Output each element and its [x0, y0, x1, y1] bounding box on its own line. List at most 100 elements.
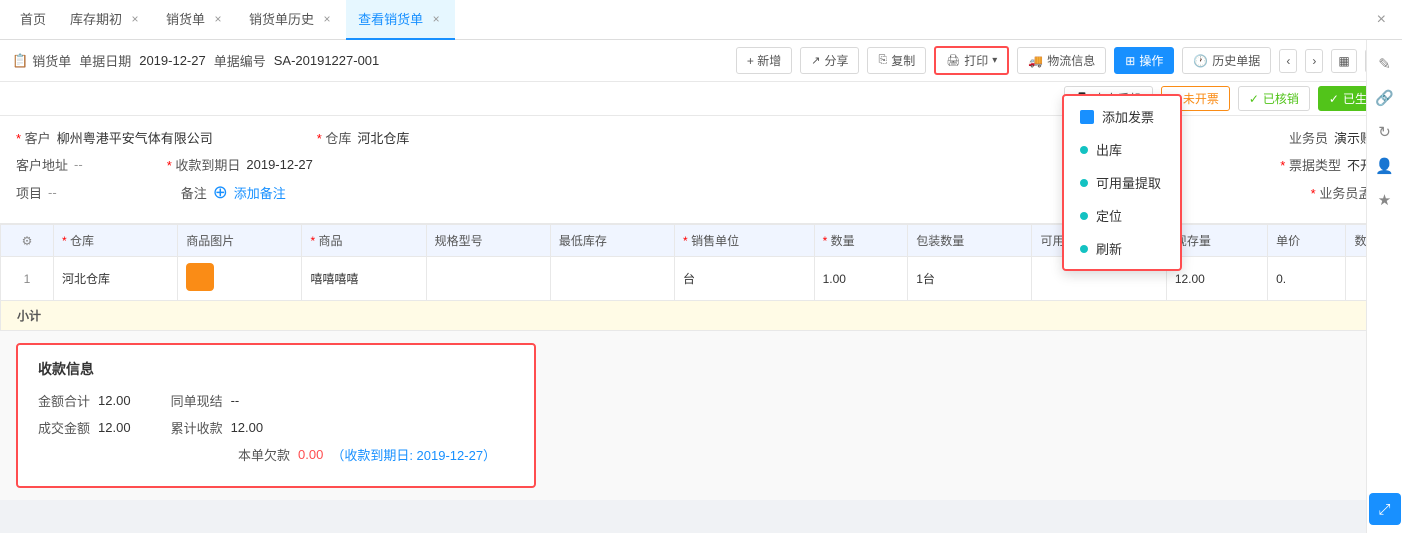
tab-home[interactable]: 首页	[8, 0, 58, 40]
add-invoice-item[interactable]: 添加发票	[1064, 100, 1180, 133]
refresh-icon[interactable]: ↻	[1369, 116, 1401, 148]
table-row: 1 河北仓库 嘻嘻嘻嘻 台 1.00 1台 12.00 0.	[1, 257, 1402, 301]
new-button[interactable]: + 新增	[736, 47, 792, 74]
secondary-toolbar: 📱 来自手机 ● 未开票 ✓ 已核销 ✓ 已生效	[0, 82, 1402, 116]
history-button[interactable]: 🕐 历史单据	[1182, 47, 1271, 74]
history-icon: 🕐	[1193, 54, 1208, 68]
debt-value: 0.00	[298, 447, 323, 462]
table-header-row: ⚙ 仓库 商品图片 商品 规格型号 最低库存 销售单位 数量 包装数量 可用量 …	[1, 225, 1402, 257]
user-icon[interactable]: 👤	[1369, 150, 1401, 182]
link-icon[interactable]: 🔗	[1369, 82, 1401, 114]
col-min-stock: 最低库存	[550, 225, 674, 257]
tab-close-all-icon[interactable]: ×	[1369, 11, 1394, 29]
debt-field: 本单欠款 0.00 （收款到期日: 2019-12-27）	[238, 445, 496, 464]
col-spec: 规格型号	[426, 225, 550, 257]
products-table-wrapper: ⚙ 仓库 商品图片 商品 规格型号 最低库存 销售单位 数量 包装数量 可用量 …	[0, 224, 1402, 331]
row-warehouse: 河北仓库	[54, 257, 178, 301]
warehouse-value: 河北仓库	[357, 128, 409, 147]
doc-type-badge: 📋 销货单	[12, 51, 71, 70]
number-value: SA-20191227-001	[274, 53, 380, 68]
tab-close-history[interactable]: ×	[320, 12, 334, 26]
customer-label: 客户	[16, 128, 51, 147]
share-button[interactable]: ↗ 分享	[800, 47, 859, 74]
collected-label: 累计收款	[171, 418, 223, 437]
deal-amount-label: 成交金额	[38, 418, 90, 437]
payment-date-label: 收款到期日	[167, 155, 241, 174]
logistics-button[interactable]: 🚚 物流信息	[1017, 47, 1106, 74]
tab-close-sales[interactable]: ×	[211, 12, 225, 26]
next-button[interactable]: ›	[1305, 49, 1323, 73]
row-unit-price: 0.	[1268, 257, 1346, 301]
operation-dropdown: 添加发票 出库 可用量提取 定位 刷新	[1062, 94, 1182, 271]
add-remark-icon[interactable]: ⊕	[213, 182, 228, 203]
row-min-stock	[550, 257, 674, 301]
customer-value: 柳州粤港平安气体有限公司	[57, 128, 213, 147]
doc-icon: 📋	[12, 53, 28, 69]
col-quantity: 数量	[814, 225, 908, 257]
total-amount-field: 金额合计 12.00	[38, 391, 131, 410]
project-field: 项目 --	[16, 183, 57, 202]
receipt-title: 收款信息	[38, 359, 514, 379]
dropdown-arrow-icon: ▾	[992, 55, 997, 66]
tab-sales-order[interactable]: 销货单 ×	[154, 0, 237, 40]
tab-sales-history[interactable]: 销货单历史 ×	[237, 0, 346, 40]
debt-label: 本单欠款	[238, 445, 290, 464]
outbound-item[interactable]: 出库	[1064, 133, 1180, 166]
address-label: 客户地址	[16, 155, 68, 174]
staff-label: 业务员	[1289, 128, 1328, 147]
spacer-field	[38, 445, 198, 464]
print-button[interactable]: 🖨 打印 ▾	[934, 46, 1009, 75]
receipt-row-2: 成交金额 12.00 累计收款 12.00	[38, 418, 514, 437]
confirm-btn[interactable]: ✓ 已核销	[1238, 86, 1310, 111]
prev-icon: ‹	[1286, 54, 1290, 68]
customer-field: 客户 柳州粤港平安气体有限公司	[16, 128, 213, 147]
address-value: --	[74, 157, 83, 172]
grid-view-button[interactable]: ▦	[1331, 49, 1356, 73]
main-toolbar: 📋 销货单 单据日期 2019-12-27 单据编号 SA-20191227-0…	[0, 40, 1402, 82]
remark-label: 备注	[181, 183, 207, 202]
expand-icon[interactable]: ⤢	[1369, 493, 1401, 525]
confirm-icon: ✓	[1249, 92, 1259, 106]
tab-close-inventory[interactable]: ×	[128, 12, 142, 26]
date-value: 2019-12-27	[139, 53, 206, 68]
grid-icon: ▦	[1338, 54, 1349, 68]
copy-icon: ⎘	[878, 54, 887, 67]
next-icon: ›	[1312, 54, 1316, 68]
tab-bar: 首页 库存期初 × 销货单 × 销货单历史 × 查看销货单 × ×	[0, 0, 1402, 40]
subtotal-label: 小计	[1, 301, 1402, 331]
add-remark-link[interactable]: 添加备注	[234, 183, 286, 202]
prev-button[interactable]: ‹	[1279, 49, 1297, 73]
tab-view-sales[interactable]: 查看销货单 ×	[346, 0, 455, 40]
tab-close-view[interactable]: ×	[429, 12, 443, 26]
salesperson-label: 业务员孟	[1311, 183, 1372, 202]
star-icon[interactable]: ★	[1369, 184, 1401, 216]
edit-icon[interactable]: ✎	[1369, 48, 1401, 80]
operation-button[interactable]: ⊞ 操作	[1114, 47, 1174, 74]
row-pack-qty: 1台	[908, 257, 1032, 301]
debt-suffix: （收款到期日: 2019-12-27）	[331, 445, 496, 464]
available-qty-item[interactable]: 可用量提取	[1064, 166, 1180, 199]
copy-button[interactable]: ⎘ 复制	[867, 47, 926, 74]
right-sidebar: ✎ 🔗 ↻ 👤 ★ ⤢	[1366, 40, 1402, 533]
address-field: 客户地址 --	[16, 155, 83, 174]
payment-date-field: 收款到期日 2019-12-27	[167, 155, 313, 174]
tab-inventory-init[interactable]: 库存期初 ×	[58, 0, 154, 40]
outbound-dot-icon	[1080, 146, 1088, 154]
warehouse-field: 仓库 河北仓库	[317, 128, 410, 147]
col-settings[interactable]: ⚙	[1, 225, 54, 257]
warehouse-label: 仓库	[317, 128, 352, 147]
refresh-item[interactable]: 刷新	[1064, 232, 1180, 265]
col-product-img: 商品图片	[178, 225, 302, 257]
number-label: 单据编号	[214, 51, 266, 70]
cash-field: 同单现结 --	[171, 391, 240, 410]
col-unit: 销售单位	[675, 225, 815, 257]
row-spec	[426, 257, 550, 301]
bottom-area: 收款信息 金额合计 12.00 同单现结 -- 成交金额 12.00 累计收款 …	[0, 331, 1402, 500]
product-thumbnail	[186, 263, 214, 291]
collected-value: 12.00	[231, 420, 264, 435]
total-amount-label: 金额合计	[38, 391, 90, 410]
locate-item[interactable]: 定位	[1064, 199, 1180, 232]
row-quantity: 1.00	[814, 257, 908, 301]
col-warehouse: 仓库	[54, 225, 178, 257]
row-product: 嘻嘻嘻嘻	[302, 257, 426, 301]
